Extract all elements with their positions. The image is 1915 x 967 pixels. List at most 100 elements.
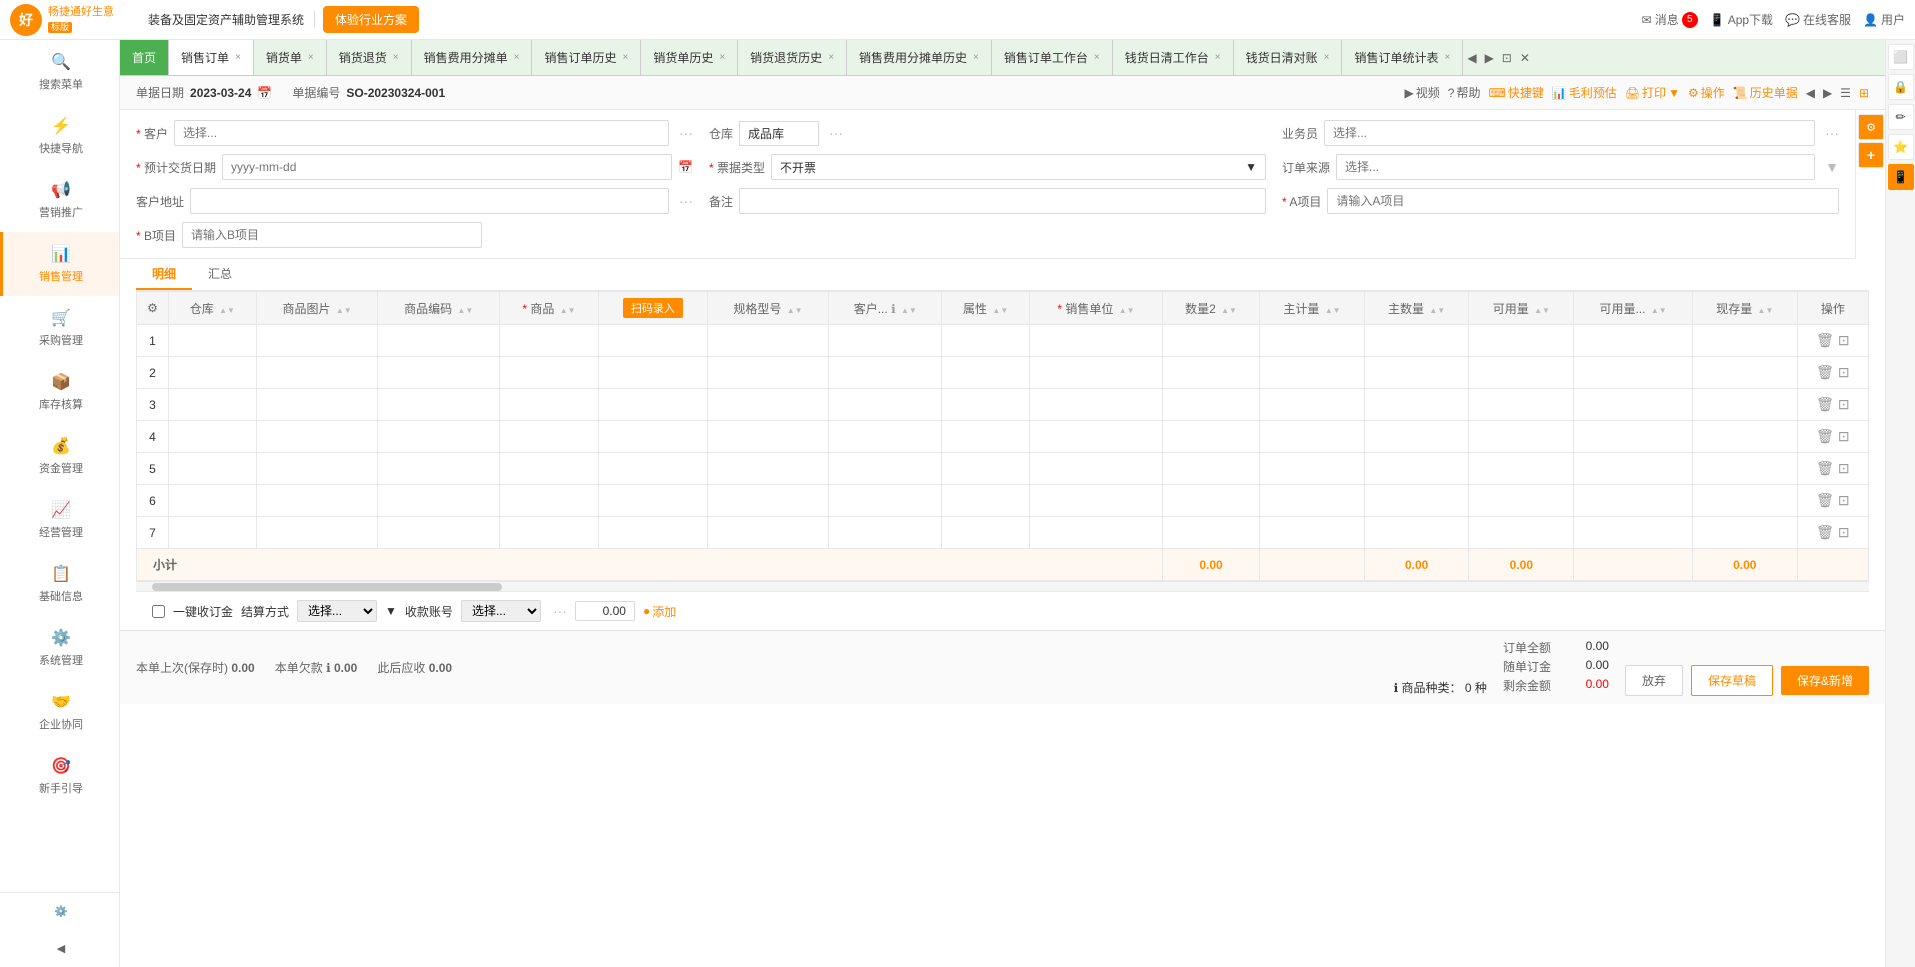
th-main-unit[interactable]: 主计量 ▲▼	[1260, 292, 1365, 325]
sidebar-item-finance[interactable]: 💰 资金管理	[0, 424, 119, 488]
row-main-unit-7[interactable]	[1260, 517, 1365, 549]
th-product[interactable]: * 商品 ▲▼	[499, 292, 598, 325]
tab-return-history[interactable]: 销货退货历史 ×	[738, 40, 847, 76]
sidebar-item-quick-nav[interactable]: ⚡ 快捷导航	[0, 104, 119, 168]
th-spec[interactable]: 规格型号 ▲▼	[707, 292, 829, 325]
history-btn[interactable]: 📜 历史单据	[1733, 84, 1798, 101]
row-spec-4[interactable]	[707, 421, 829, 453]
row-scan-7[interactable]	[599, 517, 708, 549]
industry-btn[interactable]: 体验行业方案	[323, 6, 419, 33]
save-new-btn[interactable]: 保存&新增	[1781, 666, 1869, 695]
tab-close-order-workbench[interactable]: ×	[1094, 52, 1100, 63]
sidebar-item-system[interactable]: ⚙️ 系统管理	[0, 616, 119, 680]
th-image[interactable]: 商品图片 ▲▼	[256, 292, 378, 325]
account-more-btn[interactable]: ···	[553, 603, 567, 619]
row-unit-7[interactable]	[1030, 517, 1163, 549]
row-available2-1[interactable]	[1574, 325, 1693, 357]
row-unit-2[interactable]	[1030, 357, 1163, 389]
row-main-qty-4[interactable]	[1364, 421, 1469, 453]
row-available-2[interactable]	[1469, 357, 1574, 389]
tab-close-delivery[interactable]: ×	[308, 52, 314, 63]
row-image-1[interactable]	[256, 325, 378, 357]
row-warehouse-3[interactable]	[169, 389, 257, 421]
row-spec-7[interactable]	[707, 517, 829, 549]
scrollbar-thumb[interactable]	[152, 583, 502, 591]
tab-close-sales-stats[interactable]: ×	[1444, 52, 1450, 63]
row-scan-4[interactable]	[599, 421, 708, 453]
sidebar-item-collab[interactable]: 🤝 企业协同	[0, 680, 119, 744]
row-current-stock-4[interactable]	[1692, 421, 1797, 453]
row-spec-6[interactable]	[707, 485, 829, 517]
salesperson-input[interactable]	[1324, 120, 1815, 146]
row-customer-code-4[interactable]	[829, 421, 942, 453]
row-attr-7[interactable]	[942, 517, 1030, 549]
tab-expense-history[interactable]: 销售费用分摊单历史 ×	[847, 40, 992, 76]
row-available2-5[interactable]	[1574, 453, 1693, 485]
row-qty2-4[interactable]	[1162, 421, 1259, 453]
account-select[interactable]: 选择...	[461, 600, 541, 622]
row-current-stock-6[interactable]	[1692, 485, 1797, 517]
product-types-info[interactable]: ℹ	[1394, 681, 1399, 695]
row-qty2-2[interactable]	[1162, 357, 1259, 389]
attr-sort[interactable]: ▲▼	[992, 306, 1008, 315]
customer-address-input[interactable]	[190, 188, 669, 214]
sidebar-item-marketing[interactable]: 📢 营销推广	[0, 168, 119, 232]
tab-close-daily-workbench[interactable]: ×	[1215, 52, 1221, 63]
tab-delivery-history[interactable]: 销货单历史 ×	[641, 40, 738, 76]
th-scan[interactable]: 扫码录入	[599, 292, 708, 325]
th-attr[interactable]: 属性 ▲▼	[942, 292, 1030, 325]
row-main-qty-3[interactable]	[1364, 389, 1469, 421]
product-sort[interactable]: ▲▼	[560, 306, 576, 315]
spec-sort[interactable]: ▲▼	[787, 306, 803, 315]
order-source-input[interactable]	[1336, 154, 1815, 180]
current-order-info[interactable]: ℹ	[326, 661, 331, 675]
row-image-4[interactable]	[256, 421, 378, 453]
row-delete-btn-7[interactable]: 🗑	[1816, 524, 1834, 541]
row-delete-btn-4[interactable]: 🗑	[1816, 428, 1834, 445]
row-main-qty-7[interactable]	[1364, 517, 1469, 549]
row-customer-code-1[interactable]	[829, 325, 942, 357]
row-qty2-3[interactable]	[1162, 389, 1259, 421]
right-panel-btn-3[interactable]: ✏	[1888, 104, 1914, 130]
qty2-sort[interactable]: ▲▼	[1221, 306, 1237, 315]
help-btn[interactable]: ? 帮助	[1448, 84, 1481, 101]
row-scan-6[interactable]	[599, 485, 708, 517]
main-qty-sort[interactable]: ▲▼	[1429, 306, 1445, 315]
horizontal-scrollbar[interactable]	[136, 581, 1869, 591]
row-product-2[interactable]	[499, 357, 598, 389]
tab-close-return-history[interactable]: ×	[828, 52, 834, 63]
row-attr-5[interactable]	[942, 453, 1030, 485]
row-main-qty-2[interactable]	[1364, 357, 1469, 389]
row-image-6[interactable]	[256, 485, 378, 517]
app-download-btn[interactable]: 📱 App下载	[1710, 11, 1773, 28]
row-delete-btn-5[interactable]: 🗑	[1816, 460, 1834, 477]
row-main-qty-1[interactable]	[1364, 325, 1469, 357]
available-sort[interactable]: ▲▼	[1534, 306, 1550, 315]
tab-detail[interactable]: 明细	[136, 259, 192, 290]
delivery-calendar-icon[interactable]: 📅	[678, 160, 693, 174]
row-customer-code-7[interactable]	[829, 517, 942, 549]
add-payment-btn[interactable]: ● 添加	[643, 603, 676, 620]
tab-sales-order[interactable]: 销售订单 ×	[169, 40, 254, 76]
row-unit-6[interactable]	[1030, 485, 1163, 517]
row-customer-code-5[interactable]	[829, 453, 942, 485]
row-main-unit-6[interactable]	[1260, 485, 1365, 517]
row-main-qty-6[interactable]	[1364, 485, 1469, 517]
row-image-2[interactable]	[256, 357, 378, 389]
tab-summary[interactable]: 汇总	[192, 259, 248, 290]
row-available2-7[interactable]	[1574, 517, 1693, 549]
sidebar-item-inventory[interactable]: 📦 库存核算	[0, 360, 119, 424]
warehouse-sort[interactable]: ▲▼	[219, 306, 235, 315]
row-main-unit-4[interactable]	[1260, 421, 1365, 453]
th-available[interactable]: 可用量 ▲▼	[1469, 292, 1574, 325]
row-scan-5[interactable]	[599, 453, 708, 485]
row-qty2-1[interactable]	[1162, 325, 1259, 357]
tab-next-btn[interactable]: ▶	[1481, 51, 1498, 65]
row-main-qty-5[interactable]	[1364, 453, 1469, 485]
tab-order-workbench[interactable]: 销售订单工作台 ×	[992, 40, 1113, 76]
row-unit-5[interactable]	[1030, 453, 1163, 485]
right-panel-btn-4[interactable]: ⭐	[1888, 134, 1914, 160]
row-attr-3[interactable]	[942, 389, 1030, 421]
row-warehouse-5[interactable]	[169, 453, 257, 485]
row-image-7[interactable]	[256, 517, 378, 549]
